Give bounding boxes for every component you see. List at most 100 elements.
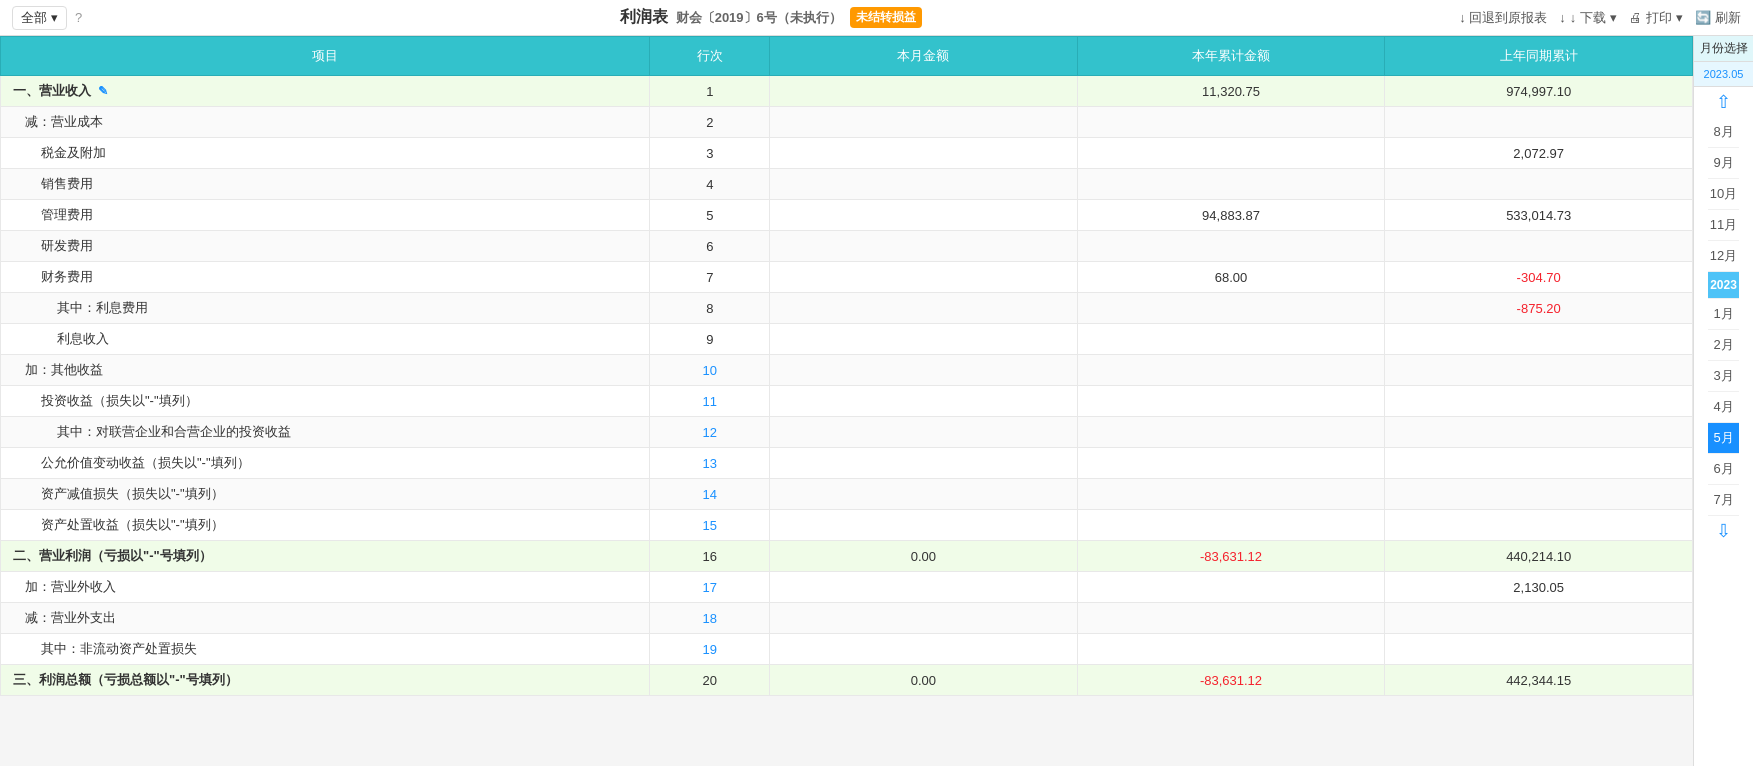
download-label: ↓ 下载 <box>1570 9 1606 27</box>
month-item[interactable]: 7月 <box>1708 485 1739 516</box>
chevron-down-icon: ▾ <box>1610 10 1617 25</box>
row-label: 其中：非流动资产处置损失 <box>1 634 650 665</box>
table-row: 研发费用6 <box>1 231 1693 262</box>
table-row: 其中：非流动资产处置损失19 <box>1 634 1693 665</box>
month-value <box>770 138 1078 169</box>
month-value <box>770 200 1078 231</box>
top-bar-right: ↓ 回退到原报表 ↓ ↓ 下载 ▾ 🖨 打印 ▾ 🔄 刷新 <box>1459 9 1741 27</box>
report-table: 项目 行次 本月金额 本年累计金额 上年同期累计 一、营业收入 ✎111,320… <box>0 36 1693 696</box>
row-label: 减：营业外支出 <box>1 603 650 634</box>
month-value <box>770 107 1078 138</box>
table-row: 其中：对联营企业和合营企业的投资收益12 <box>1 417 1693 448</box>
back-button[interactable]: ↓ 回退到原报表 <box>1459 9 1547 27</box>
table-row: 资产减值损失（损失以"-"填列）14 <box>1 479 1693 510</box>
month-value: 0.00 <box>770 541 1078 572</box>
prev-value: 442,344.15 <box>1385 665 1693 696</box>
prev-value: 974,997.10 <box>1385 76 1693 107</box>
month-item[interactable]: 10月 <box>1708 179 1739 210</box>
month-value <box>770 262 1078 293</box>
row-label: 公允价值变动收益（损失以"-"填列） <box>1 448 650 479</box>
month-item[interactable]: 6月 <box>1708 454 1739 485</box>
refresh-icon: 🔄 <box>1695 10 1711 25</box>
month-item[interactable]: 8月 <box>1708 117 1739 148</box>
month-item[interactable]: 9月 <box>1708 148 1739 179</box>
row-number: 6 <box>650 231 770 262</box>
ytd-value <box>1077 603 1385 634</box>
month-up-arrow[interactable]: ⇧ <box>1694 87 1753 117</box>
refresh-button[interactable]: 🔄 刷新 <box>1695 9 1741 27</box>
edit-icon[interactable]: ✎ <box>95 84 108 98</box>
row-number: 13 <box>650 448 770 479</box>
row-label: 加：营业外收入 <box>1 572 650 603</box>
ytd-value: -83,631.12 <box>1077 541 1385 572</box>
prev-value <box>1385 324 1693 355</box>
col-header-ytd: 本年累计金额 <box>1077 37 1385 76</box>
month-value <box>770 293 1078 324</box>
month-item[interactable]: 5月 <box>1708 423 1739 454</box>
help-icon[interactable]: ? <box>75 10 82 25</box>
print-button[interactable]: 🖨 打印 ▾ <box>1629 9 1683 27</box>
row-number: 3 <box>650 138 770 169</box>
month-item[interactable]: 2023 <box>1708 272 1739 299</box>
table-row: 加：营业外收入172,130.05 <box>1 572 1693 603</box>
report-title: 利润表 <box>620 7 668 28</box>
month-value <box>770 448 1078 479</box>
prev-value <box>1385 634 1693 665</box>
ytd-value <box>1077 293 1385 324</box>
month-item[interactable]: 2月 <box>1708 330 1739 361</box>
row-label: 三、利润总额（亏损总额以"-"号填列） <box>1 665 650 696</box>
col-header-row: 行次 <box>650 37 770 76</box>
row-label: 资产减值损失（损失以"-"填列） <box>1 479 650 510</box>
month-item[interactable]: 4月 <box>1708 392 1739 423</box>
col-header-month: 本月金额 <box>770 37 1078 76</box>
row-label: 财务费用 <box>1 262 650 293</box>
row-number: 18 <box>650 603 770 634</box>
chevron-down-icon: ▾ <box>51 10 58 25</box>
ytd-value: 68.00 <box>1077 262 1385 293</box>
ytd-value <box>1077 417 1385 448</box>
prev-value <box>1385 479 1693 510</box>
row-label: 减：营业成本 <box>1 107 650 138</box>
row-label: 管理费用 <box>1 200 650 231</box>
row-label: 二、营业利润（亏损以"-"号填列） <box>1 541 650 572</box>
table-area: 项目 行次 本月金额 本年累计金额 上年同期累计 一、营业收入 ✎111,320… <box>0 36 1693 766</box>
month-value <box>770 603 1078 634</box>
table-row: 财务费用768.00-304.70 <box>1 262 1693 293</box>
ytd-value <box>1077 572 1385 603</box>
ytd-value <box>1077 107 1385 138</box>
ytd-value <box>1077 355 1385 386</box>
table-row: 利息收入9 <box>1 324 1693 355</box>
row-label: 研发费用 <box>1 231 650 262</box>
table-row: 资产处置收益（损失以"-"填列）15 <box>1 510 1693 541</box>
prev-value <box>1385 231 1693 262</box>
month-down-arrow[interactable]: ⇩ <box>1694 516 1753 546</box>
prev-value: 440,214.10 <box>1385 541 1693 572</box>
download-button[interactable]: ↓ ↓ 下载 ▾ <box>1559 9 1617 27</box>
row-label: 销售费用 <box>1 169 650 200</box>
month-value <box>770 355 1078 386</box>
month-item[interactable]: 1月 <box>1708 299 1739 330</box>
table-row: 减：营业外支出18 <box>1 603 1693 634</box>
table-row: 三、利润总额（亏损总额以"-"号填列）200.00-83,631.12442,3… <box>1 665 1693 696</box>
table-row: 二、营业利润（亏损以"-"号填列）160.00-83,631.12440,214… <box>1 541 1693 572</box>
month-item[interactable]: 11月 <box>1708 210 1739 241</box>
table-header-row: 项目 行次 本月金额 本年累计金额 上年同期累计 <box>1 37 1693 76</box>
prev-value <box>1385 169 1693 200</box>
ytd-value: 94,883.87 <box>1077 200 1385 231</box>
table-row: 一、营业收入 ✎111,320.75974,997.10 <box>1 76 1693 107</box>
row-number: 20 <box>650 665 770 696</box>
print-icon: 🖨 <box>1629 10 1642 25</box>
month-item[interactable]: 3月 <box>1708 361 1739 392</box>
row-number: 19 <box>650 634 770 665</box>
row-number: 8 <box>650 293 770 324</box>
row-number: 10 <box>650 355 770 386</box>
col-header-item: 项目 <box>1 37 650 76</box>
row-label: 投资收益（损失以"-"填列） <box>1 386 650 417</box>
table-row: 公允价值变动收益（损失以"-"填列）13 <box>1 448 1693 479</box>
ytd-value: -83,631.12 <box>1077 665 1385 696</box>
row-number: 2 <box>650 107 770 138</box>
month-value <box>770 417 1078 448</box>
month-item[interactable]: 12月 <box>1708 241 1739 272</box>
ytd-value <box>1077 324 1385 355</box>
scope-dropdown[interactable]: 全部 ▾ <box>12 6 67 30</box>
